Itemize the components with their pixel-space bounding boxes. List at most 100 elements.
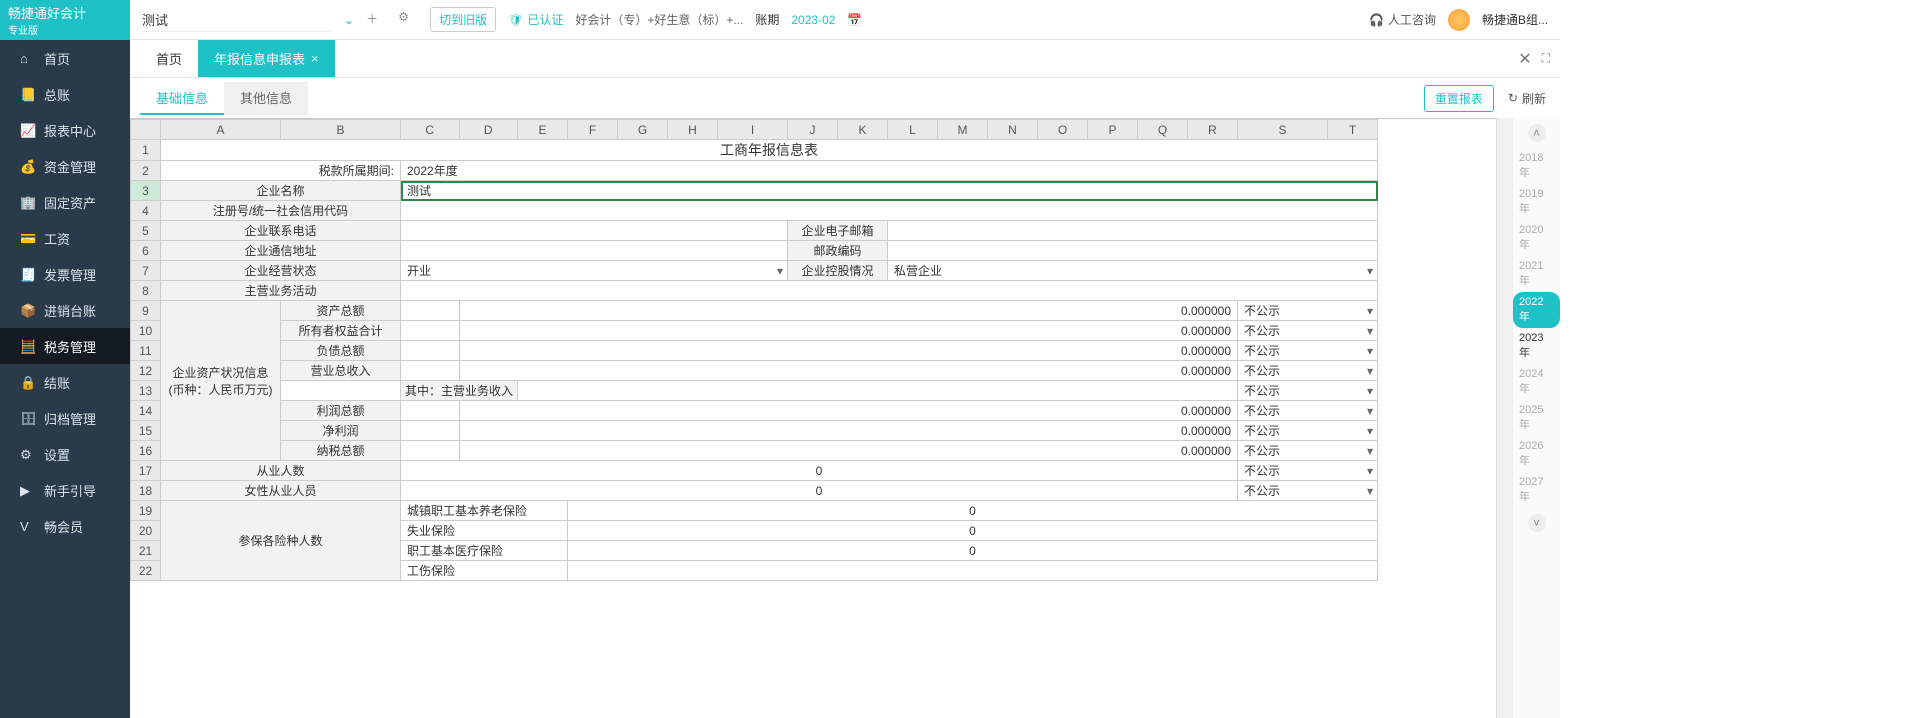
col-header[interactable]: D [459, 120, 518, 140]
select-cell[interactable]: 开业▾ [401, 261, 788, 281]
year-2022年[interactable]: 2022年 [1513, 292, 1560, 328]
col-header[interactable]: H [668, 120, 718, 140]
value-cell[interactable]: 0 [568, 541, 1378, 561]
vertical-scrollbar[interactable] [1496, 118, 1512, 718]
col-header[interactable]: L [888, 120, 938, 140]
sidebar-item-7[interactable]: 📦进销台账 [0, 292, 130, 328]
value-cell[interactable]: 0.000000 [459, 441, 1238, 461]
close-tab-icon[interactable]: ✕ [1518, 49, 1531, 69]
sidebar-item-9[interactable]: 🔒结账 [0, 364, 130, 400]
select-cell[interactable]: 不公示▾ [1238, 321, 1378, 341]
year-2024年[interactable]: 2024年 [1513, 364, 1560, 400]
year-2026年[interactable]: 2026年 [1513, 436, 1560, 472]
row-number[interactable]: 2 [131, 161, 161, 181]
col-header[interactable]: J [788, 120, 838, 140]
year-2027年[interactable]: 2027年 [1513, 472, 1560, 508]
select-cell[interactable]: 不公示▾ [1238, 341, 1378, 361]
value-cell[interactable]: 0.000000 [459, 321, 1238, 341]
row-number[interactable]: 22 [131, 561, 161, 581]
row-number[interactable]: 15 [131, 421, 161, 441]
col-header[interactable]: O [1038, 120, 1088, 140]
col-header[interactable]: Q [1138, 120, 1188, 140]
select-cell[interactable]: 不公示▾ [1238, 381, 1378, 401]
col-header[interactable]: B [281, 120, 401, 140]
add-icon[interactable]: ＋ [366, 10, 386, 30]
col-header[interactable]: K [838, 120, 888, 140]
value-cell[interactable]: 0.000000 [459, 421, 1238, 441]
sidebar-item-5[interactable]: 💳工资 [0, 220, 130, 256]
sub-tab-0[interactable]: 基础信息 [140, 82, 224, 115]
select-cell[interactable]: 不公示▾ [1238, 421, 1378, 441]
tab-close-icon[interactable]: × [311, 51, 319, 66]
cell[interactable] [401, 301, 460, 321]
row-number[interactable]: 8 [131, 281, 161, 301]
cell[interactable] [401, 281, 1378, 301]
year-up-icon[interactable]: ˄ [1528, 124, 1546, 142]
col-header[interactable]: T [1328, 120, 1378, 140]
cell[interactable] [401, 221, 788, 241]
page-tab-0[interactable]: 首页 [140, 40, 198, 77]
value-cell[interactable]: 0 [568, 501, 1378, 521]
cell[interactable] [401, 361, 460, 381]
row-number[interactable]: 18 [131, 481, 161, 501]
row-number[interactable]: 12 [131, 361, 161, 381]
col-header[interactable]: G [618, 120, 668, 140]
row-number[interactable]: 13 [131, 381, 161, 401]
year-2023年[interactable]: 2023年 [1513, 328, 1560, 364]
cell[interactable] [401, 441, 460, 461]
year-2020年[interactable]: 2020年 [1513, 220, 1560, 256]
sidebar-item-6[interactable]: 🧾发票管理 [0, 256, 130, 292]
value-cell[interactable]: 0.000000 [459, 401, 1238, 421]
year-2025年[interactable]: 2025年 [1513, 400, 1560, 436]
row-number[interactable]: 17 [131, 461, 161, 481]
cell[interactable] [401, 321, 460, 341]
refresh-button[interactable]: ↻ 刷新 [1508, 90, 1546, 107]
cell[interactable] [518, 381, 1238, 401]
row-number[interactable]: 9 [131, 301, 161, 321]
sidebar-item-12[interactable]: ▶新手引导 [0, 472, 130, 508]
year-2019年[interactable]: 2019年 [1513, 184, 1560, 220]
col-header[interactable]: F [568, 120, 618, 140]
select-cell[interactable]: 不公示▾ [1238, 441, 1378, 461]
cell[interactable] [281, 381, 401, 401]
row-number[interactable]: 21 [131, 541, 161, 561]
company-name-input[interactable]: 测试 [401, 181, 1378, 201]
period-calendar-icon[interactable]: 📅 [847, 13, 862, 27]
row-number[interactable]: 11 [131, 341, 161, 361]
period-value[interactable]: 2023-02 [791, 13, 835, 27]
support-link[interactable]: 🎧 人工咨询 [1369, 11, 1436, 28]
row-number[interactable]: 5 [131, 221, 161, 241]
row-number[interactable]: 7 [131, 261, 161, 281]
col-header[interactable]: R [1188, 120, 1238, 140]
reset-button[interactable]: 重置报表 [1424, 85, 1494, 112]
expand-icon[interactable]: ⛶ [1542, 51, 1550, 66]
select-cell[interactable]: 不公示▾ [1238, 301, 1378, 321]
year-down-icon[interactable]: ˅ [1528, 514, 1546, 532]
value-cell[interactable]: 0.000000 [459, 301, 1238, 321]
value-cell[interactable]: 0.000000 [459, 341, 1238, 361]
row-number[interactable]: 20 [131, 521, 161, 541]
row-number[interactable]: 3 [131, 181, 161, 201]
row-number[interactable]: 1 [131, 140, 161, 161]
value-cell[interactable]: 0 [568, 521, 1378, 541]
select-cell[interactable]: 私营企业▾ [888, 261, 1378, 281]
col-header[interactable]: C [401, 120, 460, 140]
sidebar-item-0[interactable]: ⌂首页 [0, 40, 130, 76]
value-cell[interactable] [568, 561, 1378, 581]
col-header[interactable]: A [161, 120, 281, 140]
switch-old-button[interactable]: 切到旧版 [430, 7, 496, 32]
row-number[interactable]: 6 [131, 241, 161, 261]
cell[interactable] [401, 241, 788, 261]
avatar[interactable] [1448, 9, 1470, 31]
sidebar-item-4[interactable]: 🏢固定资产 [0, 184, 130, 220]
user-name[interactable]: 畅捷通B组... [1482, 11, 1548, 28]
sidebar-item-3[interactable]: 💰资金管理 [0, 148, 130, 184]
col-header[interactable]: M [938, 120, 988, 140]
row-number[interactable]: 14 [131, 401, 161, 421]
cell[interactable] [888, 221, 1378, 241]
row-number[interactable]: 19 [131, 501, 161, 521]
sidebar-item-10[interactable]: 🗄归档管理 [0, 400, 130, 436]
value-cell[interactable]: 0.000000 [459, 361, 1238, 381]
sidebar-item-1[interactable]: 📒总账 [0, 76, 130, 112]
page-tab-1[interactable]: 年报信息申报表× [198, 40, 335, 77]
